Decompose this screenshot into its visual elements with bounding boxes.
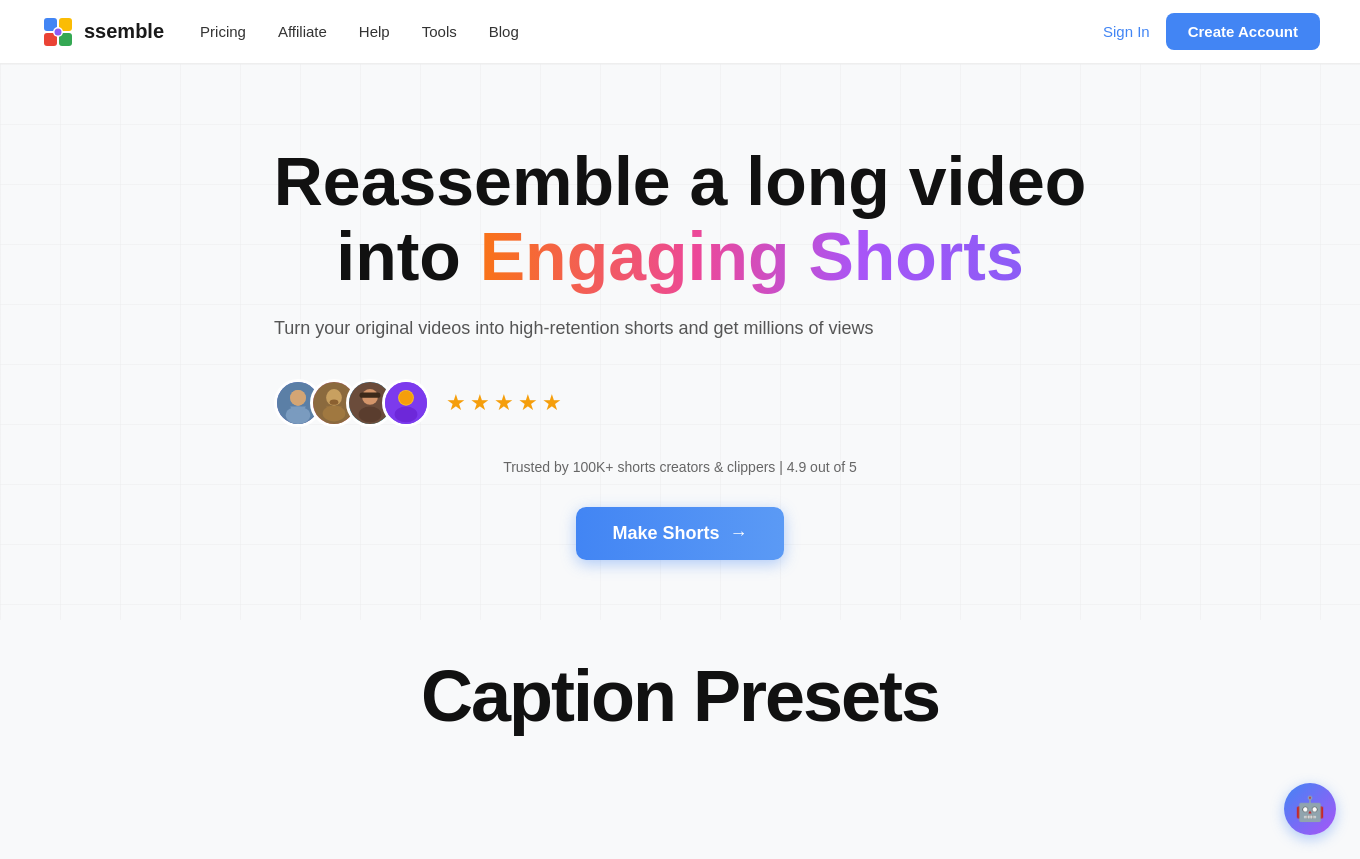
logo[interactable]: ssemble [40, 14, 164, 50]
star-2: ★ [470, 390, 490, 416]
navbar-left: ssemble Pricing Affiliate Help Tools Blo… [40, 14, 519, 50]
trust-text: Trusted by 100K+ shorts creators & clipp… [274, 459, 1087, 475]
svg-point-6 [55, 28, 62, 35]
hero-section: Reassemble a long video into Engaging Sh… [0, 64, 1360, 620]
hero-title: Reassemble a long video into Engaging Sh… [274, 144, 1087, 294]
svg-rect-19 [359, 392, 380, 397]
avatar-group [274, 379, 430, 427]
nav-links: Pricing Affiliate Help Tools Blog [200, 23, 519, 40]
svg-point-10 [290, 389, 306, 405]
create-account-button[interactable]: Create Account [1166, 13, 1320, 50]
svg-point-23 [399, 390, 413, 404]
caption-presets-title: Caption Presets [40, 660, 1320, 751]
stars-container: ★ ★ ★ ★ ★ [446, 390, 562, 416]
nav-link-affiliate[interactable]: Affiliate [278, 23, 327, 40]
avatar-4 [382, 379, 430, 427]
logo-icon [40, 14, 76, 50]
hero-title-gradient: Engaging Shorts [480, 218, 1024, 294]
sign-in-button[interactable]: Sign In [1103, 23, 1150, 40]
navbar: ssemble Pricing Affiliate Help Tools Blo… [0, 0, 1360, 64]
svg-point-15 [329, 399, 338, 404]
make-shorts-label: Make Shorts [612, 523, 719, 544]
nav-link-pricing[interactable]: Pricing [200, 23, 246, 40]
svg-point-22 [394, 406, 417, 422]
arrow-icon: → [730, 523, 748, 544]
hero-title-line2-plain: into [336, 218, 480, 294]
nav-link-help[interactable]: Help [359, 23, 390, 40]
logo-text: ssemble [84, 20, 164, 43]
hero-content: Reassemble a long video into Engaging Sh… [274, 144, 1087, 560]
nav-link-blog[interactable]: Blog [489, 23, 519, 40]
hero-title-line1: Reassemble a long video [274, 143, 1087, 219]
chatbot-widget[interactable]: 🤖 [1284, 783, 1336, 835]
nav-link-tools[interactable]: Tools [422, 23, 457, 40]
social-proof: ★ ★ ★ ★ ★ [274, 379, 1087, 427]
svg-point-14 [322, 405, 345, 421]
svg-point-18 [358, 406, 381, 422]
caption-presets-section: Caption Presets [0, 620, 1360, 751]
navbar-right: Sign In Create Account [1103, 13, 1320, 50]
chatbot-icon: 🤖 [1295, 795, 1325, 823]
star-5: ★ [542, 390, 562, 416]
star-4: ★ [518, 390, 538, 416]
star-3: ★ [494, 390, 514, 416]
make-shorts-button[interactable]: Make Shorts → [576, 507, 783, 560]
hero-subtitle: Turn your original videos into high-rete… [274, 318, 874, 339]
star-1: ★ [446, 390, 466, 416]
